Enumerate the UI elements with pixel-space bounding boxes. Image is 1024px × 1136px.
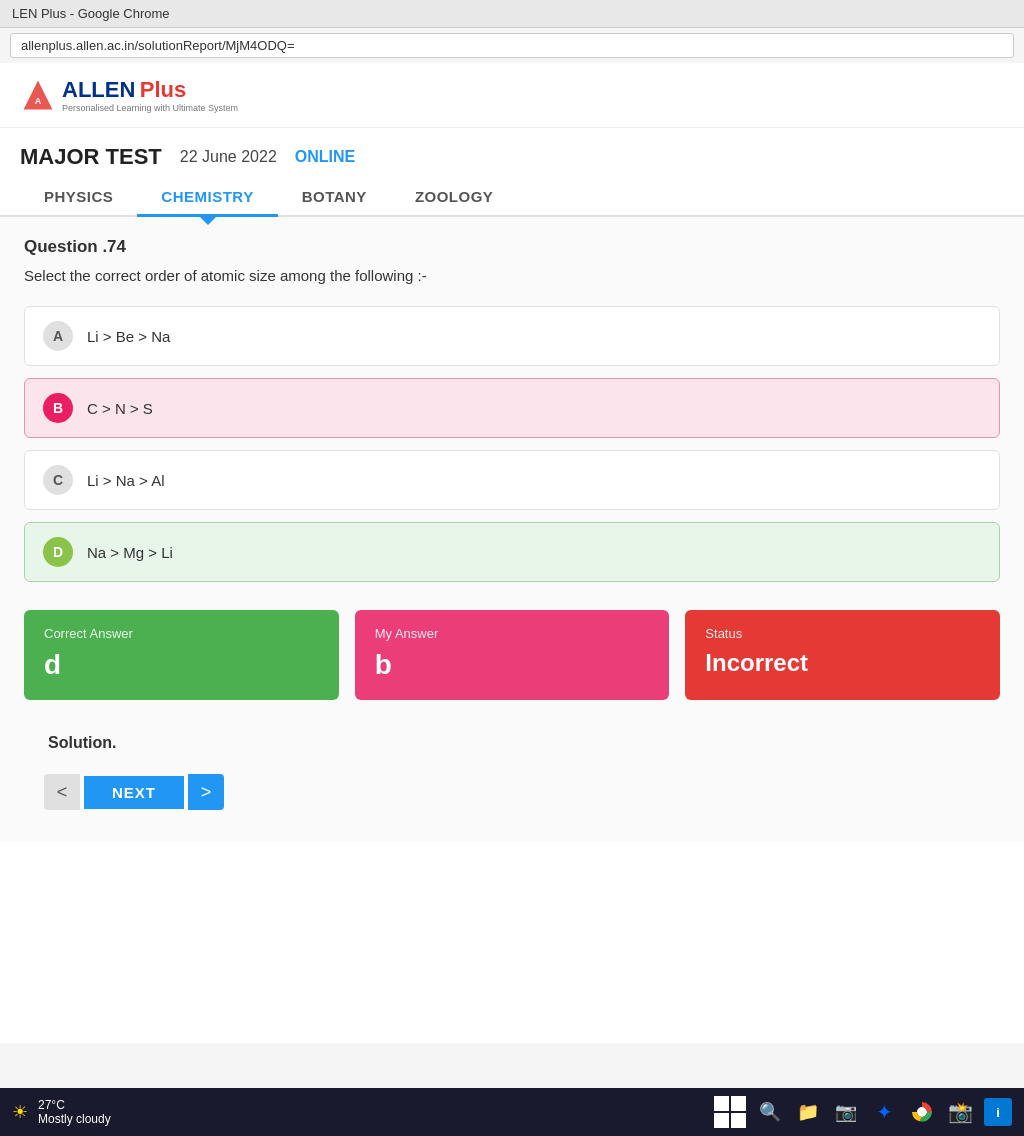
chrome-icon[interactable] xyxy=(908,1098,936,1126)
status-label: Status xyxy=(705,626,980,641)
subject-tabs: PHYSICS CHEMISTRY BOTANY ZOOLOGY xyxy=(0,178,1024,217)
camera-icon[interactable]: 📷 xyxy=(832,1098,860,1126)
option-c-text: Li > Na > Al xyxy=(87,472,165,489)
next-arrow-button[interactable]: > xyxy=(188,774,224,810)
nav-buttons: < NEXT > xyxy=(24,762,1000,822)
tab-chemistry[interactable]: CHEMISTRY xyxy=(137,178,277,215)
browser-title-bar: LEN Plus - Google Chrome xyxy=(0,0,1024,28)
tab-active-arrow xyxy=(200,217,216,225)
logo-tagline: Personalised Learning with Ultimate Syst… xyxy=(62,103,238,113)
question-text: Select the correct order of atomic size … xyxy=(24,267,1000,284)
option-c[interactable]: C Li > Na > Al xyxy=(24,450,1000,510)
logo-plus: Plus xyxy=(140,77,186,102)
my-answer-value: b xyxy=(375,649,650,681)
my-answer-label: My Answer xyxy=(375,626,650,641)
weather-icon: ☀ xyxy=(12,1101,28,1123)
next-button[interactable]: NEXT xyxy=(84,776,184,809)
dropbox-icon[interactable]: ✦ xyxy=(870,1098,898,1126)
logo-allen: ALLEN xyxy=(62,77,135,102)
test-mode: ONLINE xyxy=(295,148,355,166)
tab-physics[interactable]: PHYSICS xyxy=(20,178,137,215)
option-a-badge: A xyxy=(43,321,73,351)
windows-button[interactable] xyxy=(714,1096,746,1128)
option-b[interactable]: B C > N > S xyxy=(24,378,1000,438)
temperature: 27°C xyxy=(38,1098,111,1112)
logo-bar: A ALLEN Plus Personalised Learning with … xyxy=(0,63,1024,128)
weather-info: 27°C Mostly cloudy xyxy=(38,1098,111,1126)
svg-point-3 xyxy=(918,1108,926,1116)
option-d[interactable]: D Na > Mg > Li xyxy=(24,522,1000,582)
taskbar: ☀ 27°C Mostly cloudy 🔍 📁 📷 ✦ 📸 i xyxy=(0,1088,1024,1136)
address-bar[interactable]: allenplus.allen.ac.in/solutionReport/MjM… xyxy=(10,33,1014,58)
test-date: 22 June 2022 xyxy=(180,148,277,166)
question-area: Question .74 Select the correct order of… xyxy=(0,217,1024,842)
camera-app-icon[interactable]: 📸 xyxy=(946,1098,974,1126)
test-header: MAJOR TEST 22 June 2022 ONLINE xyxy=(0,128,1024,178)
option-b-text: C > N > S xyxy=(87,400,153,417)
weather-condition: Mostly cloudy xyxy=(38,1112,111,1126)
tab-zoology[interactable]: ZOOLOGY xyxy=(391,178,518,215)
option-d-badge: D xyxy=(43,537,73,567)
correct-answer-card: Correct Answer d xyxy=(24,610,339,700)
search-taskbar-icon[interactable]: 🔍 xyxy=(756,1098,784,1126)
tab-botany[interactable]: BOTANY xyxy=(278,178,391,215)
question-number: Question .74 xyxy=(24,237,1000,257)
solution-label: Solution. xyxy=(48,734,116,751)
status-card: Status Incorrect xyxy=(685,610,1000,700)
option-c-badge: C xyxy=(43,465,73,495)
correct-answer-value: d xyxy=(44,649,319,681)
system-icon[interactable]: i xyxy=(984,1098,1012,1126)
option-b-badge: B xyxy=(43,393,73,423)
main-content: A ALLEN Plus Personalised Learning with … xyxy=(0,63,1024,1043)
option-a[interactable]: A Li > Be > Na xyxy=(24,306,1000,366)
my-answer-card: My Answer b xyxy=(355,610,670,700)
answer-cards: Correct Answer d My Answer b Status Inco… xyxy=(24,610,1000,700)
file-manager-icon[interactable]: 📁 xyxy=(794,1098,822,1126)
major-test-label: MAJOR TEST xyxy=(20,144,162,170)
options-list: A Li > Be > Na B C > N > S C Li > Na > A… xyxy=(24,306,1000,582)
prev-button[interactable]: < xyxy=(44,774,80,810)
status-value: Incorrect xyxy=(705,649,980,677)
option-a-text: Li > Be > Na xyxy=(87,328,170,345)
solution-section: Solution. xyxy=(24,724,1000,762)
allen-logo-icon: A xyxy=(20,77,56,113)
correct-answer-label: Correct Answer xyxy=(44,626,319,641)
option-d-text: Na > Mg > Li xyxy=(87,544,173,561)
browser-title: LEN Plus - Google Chrome xyxy=(12,6,170,21)
svg-text:A: A xyxy=(35,96,42,106)
url-text: allenplus.allen.ac.in/solutionReport/MjM… xyxy=(21,38,295,53)
